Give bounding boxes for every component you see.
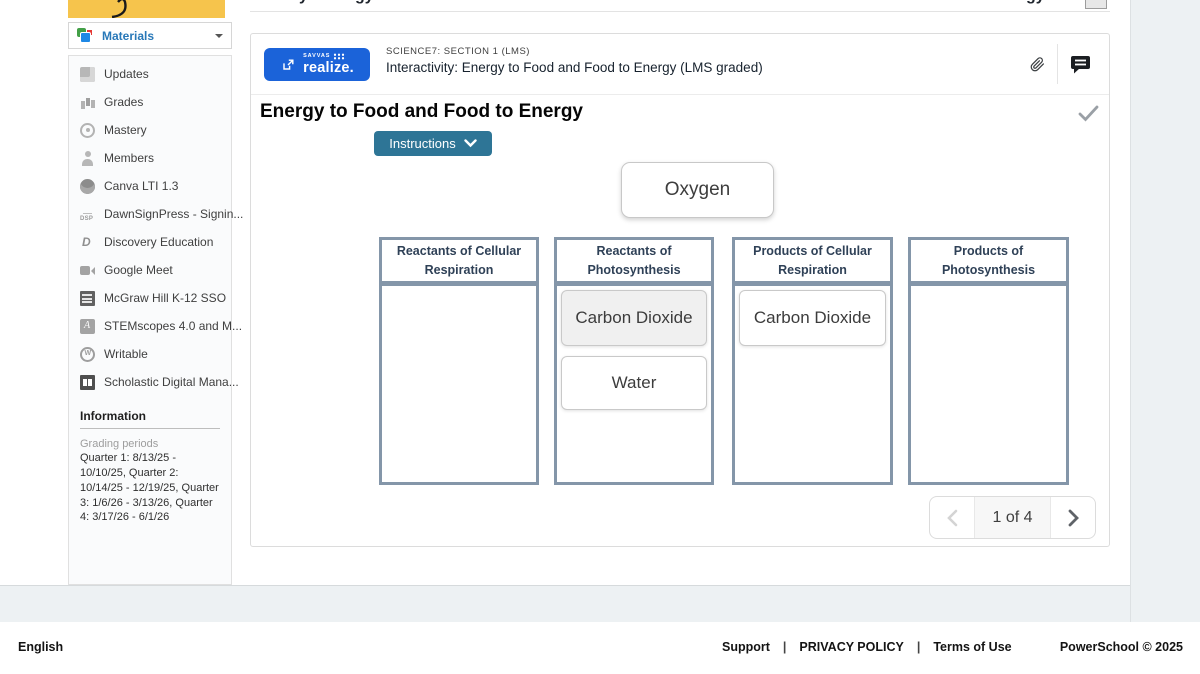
assignment-card: SAVVAS realize. SCIENCE7: SECTION 1 (LMS… (250, 33, 1110, 547)
realize-dots-pattern (333, 53, 347, 61)
bottom-gray-band (0, 585, 1130, 623)
clipped-options-button[interactable] (1085, 0, 1107, 9)
column-header: Reactants of Photosynthesis (557, 240, 711, 286)
sidebar-item-google-meet[interactable]: Google Meet (69, 256, 231, 284)
drop-column-products-cellular-respiration[interactable]: Products of Cellular Respiration Carbon … (732, 237, 893, 485)
page-indicator: 1 of 4 (974, 497, 1051, 538)
sidebar-item-mastery[interactable]: Mastery (69, 116, 231, 144)
column-header: Products of Photosynthesis (911, 240, 1066, 286)
scholastic-icon (80, 374, 95, 390)
drop-column-reactants-photosynthesis[interactable]: Reactants of Photosynthesis Carbon Dioxi… (554, 237, 714, 485)
mastery-icon (80, 122, 95, 138)
column-header: Reactants of Cellular Respiration (382, 240, 536, 286)
column-body[interactable]: Carbon Dioxide (735, 286, 890, 480)
footer-separator: | (782, 640, 787, 654)
clipped-material-row: y gy gy (250, 0, 1110, 12)
activity-title: Energy to Food and Food to Energy (260, 101, 583, 122)
footer-link-privacy-policy[interactable]: PRIVACY POLICY (799, 640, 903, 654)
sidebar-item-label: Materials (102, 28, 155, 43)
clipped-text-fragment: gy (355, 0, 374, 5)
chevron-left-icon[interactable] (930, 497, 974, 538)
course-banner-image (68, 0, 225, 18)
column-body[interactable] (382, 286, 536, 480)
chevron-down-icon (464, 139, 477, 148)
sidebar-item-materials[interactable]: Materials (68, 22, 232, 49)
draggable-card-oxygen[interactable]: Oxygen (621, 162, 774, 218)
right-margin (1130, 0, 1200, 622)
grading-periods-text: Quarter 1: 8/13/25 - 10/10/25, Quarter 2… (80, 452, 219, 524)
savvas-realize-link[interactable]: SAVVAS realize. (264, 48, 370, 81)
grading-periods-label: Grading periods (80, 438, 159, 450)
assignment-header: SAVVAS realize. SCIENCE7: SECTION 1 (LMS… (251, 34, 1109, 95)
sidebar-item-stemscopes[interactable]: STEMscopes 4.0 and M... (69, 312, 242, 340)
writable-icon (80, 346, 95, 362)
clipped-text-fragment: y (299, 0, 308, 5)
chevron-down-icon[interactable] (215, 33, 223, 42)
assignment-title: Interactivity: Energy to Food and Food t… (386, 60, 763, 75)
completed-checkmark-icon (1078, 104, 1099, 127)
footer-link-terms-of-use[interactable]: Terms of Use (933, 640, 1011, 654)
course-label: SCIENCE7: SECTION 1 (LMS) (386, 46, 530, 57)
pagination: 1 of 4 (929, 496, 1096, 539)
sidebar-item-dawnsignpress[interactable]: DawnSignPress - Signin... (69, 200, 243, 228)
sidebar-item-scholastic[interactable]: Scholastic Digital Mana... (69, 368, 239, 396)
column-header: Products of Cellular Respiration (735, 240, 890, 286)
sidebar-item-writable[interactable]: Writable (69, 340, 231, 368)
draggable-card-carbon-dioxide[interactable]: Carbon Dioxide (739, 290, 886, 346)
instructions-button[interactable]: Instructions (374, 131, 492, 156)
external-link-icon (283, 58, 294, 70)
sidebar-item-canva[interactable]: Canva LTI 1.3 (69, 172, 231, 200)
column-body[interactable] (911, 286, 1066, 480)
footer-link-support[interactable]: Support (722, 640, 770, 654)
banner-doodle (111, 0, 127, 18)
materials-icon (77, 27, 93, 44)
course-sidebar: Materials Updates Grades Mastery Members… (68, 0, 243, 585)
information-heading: Information (80, 409, 220, 429)
stemscopes-icon (80, 318, 95, 334)
sidebar-item-grades[interactable]: Grades (69, 88, 231, 116)
chevron-right-icon[interactable] (1051, 497, 1095, 538)
draggable-card-water[interactable]: Water (561, 356, 707, 410)
draggable-card-carbon-dioxide[interactable]: Carbon Dioxide (561, 290, 707, 346)
discovery-education-icon (80, 235, 95, 250)
copyright: PowerSchool © 2025 (1059, 640, 1183, 654)
updates-icon (80, 66, 95, 82)
video-camera-icon (80, 263, 95, 278)
footer: English Support | PRIVACY POLICY | Terms… (0, 622, 1200, 674)
sidebar-item-updates[interactable]: Updates (69, 60, 231, 88)
dawnsignpress-icon (80, 207, 95, 222)
page: Materials Updates Grades Mastery Members… (0, 0, 1200, 674)
sidebar-item-members[interactable]: Members (69, 144, 231, 172)
clipped-text-fragment: gy (1026, 0, 1045, 5)
sidebar-list: Updates Grades Mastery Members Canva LTI… (68, 55, 243, 585)
column-body[interactable]: Carbon Dioxide Water (557, 286, 711, 480)
footer-separator: | (916, 640, 921, 654)
grades-icon (80, 95, 95, 110)
mcgraw-hill-icon (80, 290, 95, 306)
header-divider (1057, 44, 1058, 84)
realize-logo: SAVVAS realize. (303, 53, 354, 77)
language-selector[interactable]: English (18, 640, 63, 654)
drop-column-products-photosynthesis[interactable]: Products of Photosynthesis (908, 237, 1069, 485)
sidebar-item-discovery-education[interactable]: Discovery Education (69, 228, 231, 256)
drop-column-reactants-cellular-respiration[interactable]: Reactants of Cellular Respiration (379, 237, 539, 485)
paperclip-icon[interactable] (1030, 56, 1045, 73)
information-section: Information Grading periods Quarter 1: 8… (80, 409, 220, 525)
canva-icon (80, 178, 95, 194)
members-icon (80, 150, 95, 166)
sidebar-item-mcgraw-hill[interactable]: McGraw Hill K-12 SSO (69, 284, 231, 312)
comment-icon[interactable] (1070, 55, 1091, 74)
